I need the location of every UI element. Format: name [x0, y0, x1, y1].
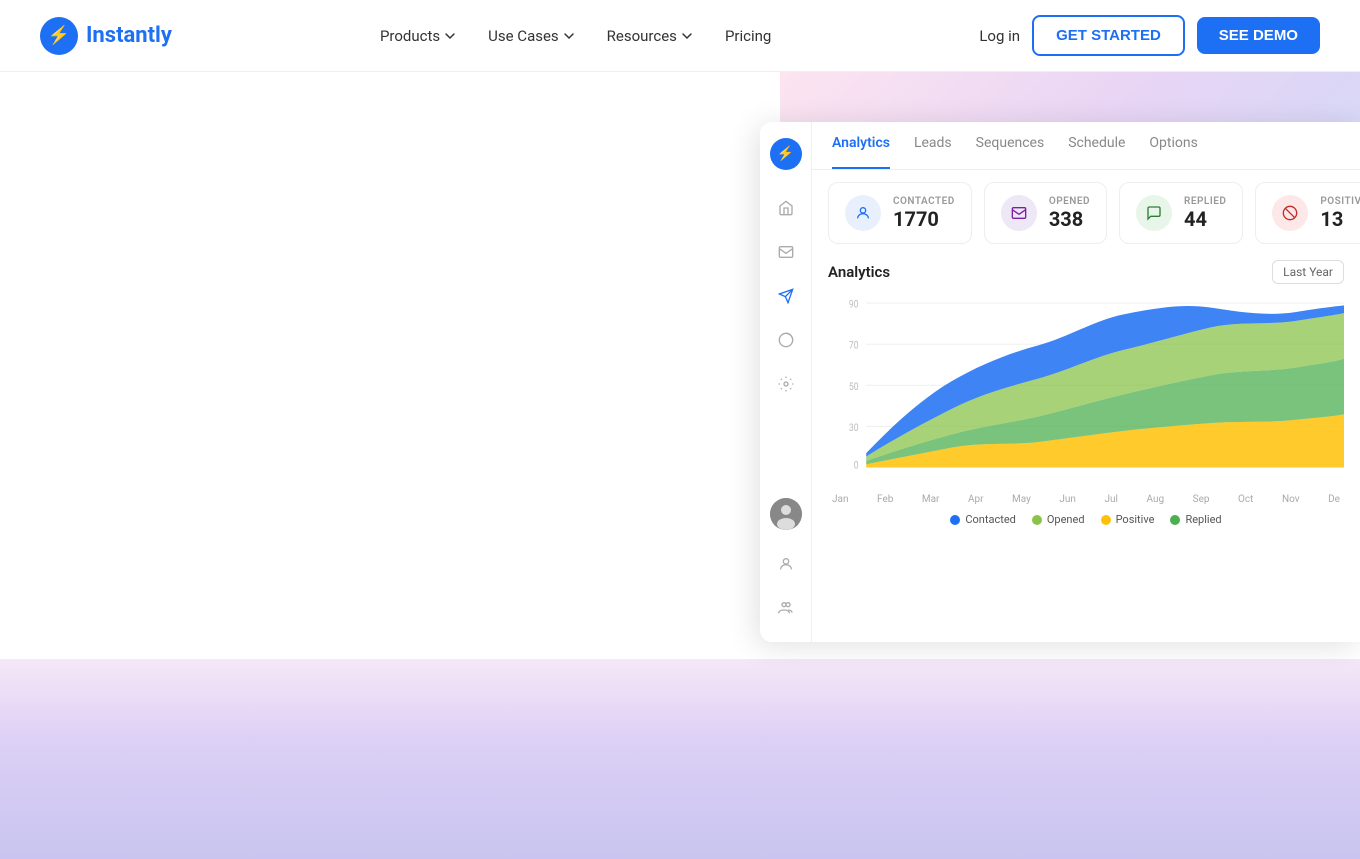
legend-replied: Replied: [1170, 513, 1221, 526]
svg-text:70: 70: [849, 340, 859, 352]
legend-contacted: Contacted: [950, 513, 1015, 526]
contacted-value: 1770: [893, 207, 955, 231]
navbar: ⚡ Instantly Products Use Cases Resources…: [0, 0, 1360, 72]
contacted-label: CONTACTED: [893, 196, 955, 207]
replied-value: 44: [1184, 207, 1226, 231]
positive-label: POSITIVE: [1320, 196, 1360, 207]
chart-container: 90 70 50 30 0: [828, 292, 1344, 492]
sidebar-settings-icon[interactable]: [768, 366, 804, 402]
user-avatar[interactable]: [770, 498, 802, 530]
tab-leads[interactable]: Leads: [914, 122, 952, 169]
svg-text:30: 30: [849, 422, 859, 434]
legend-opened: Opened: [1032, 513, 1085, 526]
sidebar-profile-icon[interactable]: [768, 546, 804, 582]
logo[interactable]: ⚡ Instantly: [40, 17, 172, 55]
replied-icon: [1136, 195, 1172, 231]
nav-actions: Log in GET STARTED SEE DEMO: [979, 15, 1320, 56]
chart-header: Analytics Last Year: [828, 256, 1344, 284]
tab-analytics[interactable]: Analytics: [832, 122, 890, 169]
stat-replied: REPLIED 44: [1119, 182, 1243, 244]
tab-options[interactable]: Options: [1149, 122, 1197, 169]
stat-positive: POSITIVE 13: [1255, 182, 1360, 244]
logo-icon: ⚡: [40, 17, 78, 55]
tab-bar: Analytics Leads Sequences Schedule Optio…: [812, 122, 1360, 170]
replied-label: REPLIED: [1184, 196, 1226, 207]
contacted-icon: [845, 195, 881, 231]
nav-use-cases[interactable]: Use Cases: [488, 27, 575, 45]
opened-icon: [1001, 195, 1037, 231]
sidebar-mail-icon[interactable]: [768, 234, 804, 270]
opened-value: 338: [1049, 207, 1090, 231]
sidebar-chart-icon[interactable]: [768, 322, 804, 358]
stat-contacted: CONTACTED 1770: [828, 182, 972, 244]
app-panel: ⚡: [760, 72, 1360, 859]
svg-text:90: 90: [849, 299, 859, 311]
hero-left: [0, 72, 760, 859]
stats-row: CONTACTED 1770 OPENED 338: [812, 170, 1360, 256]
chart-legend: Contacted Opened Positive Replied: [828, 513, 1344, 526]
x-axis-labels: Jan Feb Mar Apr May Jun Jul Aug Sep Oct …: [828, 494, 1344, 505]
sidebar-send-icon[interactable]: [768, 278, 804, 314]
sidebar: ⚡: [760, 122, 812, 642]
sidebar-logo-icon: ⚡: [770, 138, 802, 170]
logo-text: Instantly: [86, 23, 172, 48]
chart-section: Analytics Last Year 90: [812, 256, 1360, 642]
tab-schedule[interactable]: Schedule: [1068, 122, 1125, 169]
login-link[interactable]: Log in: [979, 27, 1020, 45]
get-started-button[interactable]: GET STARTED: [1032, 15, 1185, 56]
chart-period[interactable]: Last Year: [1272, 260, 1344, 284]
nav-links: Products Use Cases Resources Pricing: [380, 27, 771, 45]
main-area: Analytics Leads Sequences Schedule Optio…: [812, 122, 1360, 642]
opened-label: OPENED: [1049, 196, 1090, 207]
positive-icon: [1272, 195, 1308, 231]
svg-text:50: 50: [849, 381, 859, 393]
nav-pricing[interactable]: Pricing: [725, 27, 771, 45]
chart-title: Analytics: [828, 263, 890, 281]
svg-text:0: 0: [854, 460, 859, 472]
app-window: ⚡: [760, 122, 1360, 642]
see-demo-button[interactable]: SEE DEMO: [1197, 17, 1320, 54]
nav-products[interactable]: Products: [380, 27, 456, 45]
stat-opened: OPENED 338: [984, 182, 1107, 244]
main-content: ⚡: [0, 72, 1360, 859]
nav-resources[interactable]: Resources: [607, 27, 693, 45]
sidebar-team-icon[interactable]: [768, 590, 804, 626]
legend-positive: Positive: [1101, 513, 1155, 526]
positive-value: 13: [1320, 207, 1360, 231]
sidebar-home-icon[interactable]: [768, 190, 804, 226]
tab-sequences[interactable]: Sequences: [976, 122, 1045, 169]
